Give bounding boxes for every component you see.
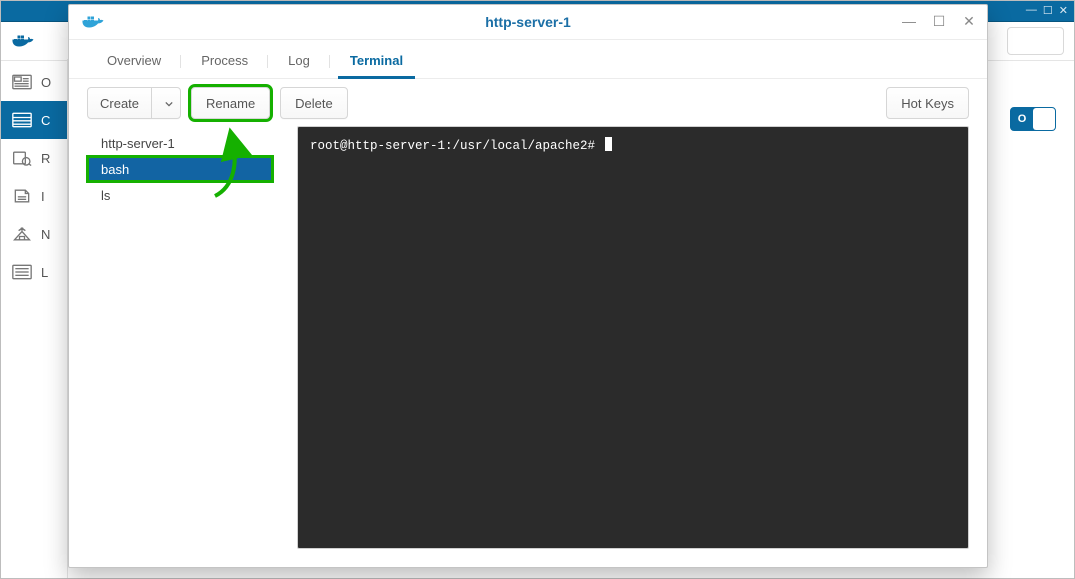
tab-process[interactable]: Process bbox=[181, 43, 268, 78]
sidebar-item-log[interactable]: L bbox=[1, 253, 67, 291]
sidebar-item-label: I bbox=[41, 189, 45, 204]
tab-log[interactable]: Log bbox=[268, 43, 330, 78]
bg-close-icon[interactable]: ✕ bbox=[1059, 4, 1068, 17]
dialog-window-controls: — ☐ ✕ bbox=[899, 11, 979, 31]
overview-icon bbox=[11, 73, 33, 91]
background-search-input[interactable] bbox=[1007, 27, 1064, 55]
tab-terminal[interactable]: Terminal bbox=[330, 43, 423, 78]
dialog-tabs: Overview Process Log Terminal bbox=[69, 40, 987, 79]
background-window-buttons: — ☐ ✕ bbox=[1026, 4, 1068, 17]
dialog-titlebar[interactable]: http-server-1 — ☐ ✕ bbox=[69, 5, 987, 40]
create-button[interactable]: Create bbox=[87, 87, 181, 119]
sidebar-item-label: R bbox=[41, 151, 50, 166]
dialog-body: http-server-1 bash ls root@http-server-1… bbox=[69, 126, 987, 557]
sidebar-item-network[interactable]: N bbox=[1, 215, 67, 253]
delete-button-label: Delete bbox=[295, 96, 333, 111]
maximize-button[interactable]: ☐ bbox=[929, 11, 949, 31]
image-icon bbox=[11, 187, 33, 205]
sidebar-item-label: C bbox=[41, 113, 50, 128]
toggle-knob bbox=[1033, 108, 1055, 130]
hotkeys-button[interactable]: Hot Keys bbox=[886, 87, 969, 119]
chevron-down-icon bbox=[165, 96, 173, 111]
dialog-toolbar: Create Rename Delete Hot Keys bbox=[69, 79, 987, 127]
toggle-on-label: O bbox=[1011, 108, 1033, 130]
rename-button[interactable]: Rename bbox=[191, 87, 270, 119]
terminal-output-panel[interactable]: root@http-server-1:/usr/local/apache2# bbox=[297, 126, 969, 549]
docker-logo-icon bbox=[81, 13, 105, 31]
docker-logo-icon bbox=[11, 32, 35, 50]
terminal-prompt: root@http-server-1:/usr/local/apache2# bbox=[310, 139, 603, 153]
close-button[interactable]: ✕ bbox=[959, 11, 979, 31]
bg-minimize-icon[interactable]: — bbox=[1026, 4, 1037, 17]
rename-button-label: Rename bbox=[206, 96, 255, 111]
hotkeys-label: Hot Keys bbox=[901, 96, 954, 111]
sidebar-item-registry[interactable]: R bbox=[1, 139, 67, 177]
terminal-session-item[interactable]: http-server-1 bbox=[87, 130, 273, 156]
bg-maximize-icon[interactable]: ☐ bbox=[1043, 4, 1053, 17]
terminal-cursor-icon bbox=[605, 137, 612, 151]
sidebar-item-container[interactable]: C bbox=[1, 101, 67, 139]
minimize-button[interactable]: — bbox=[899, 11, 919, 31]
sidebar-item-label: O bbox=[41, 75, 51, 90]
container-icon bbox=[11, 111, 33, 129]
sidebar-item-overview[interactable]: O bbox=[1, 63, 67, 101]
tab-overview[interactable]: Overview bbox=[87, 43, 181, 78]
dialog-title: http-server-1 bbox=[485, 14, 571, 30]
log-icon bbox=[11, 263, 33, 281]
create-button-label: Create bbox=[88, 88, 152, 118]
sidebar-item-label: L bbox=[41, 265, 48, 280]
background-sidebar: O C R I N L bbox=[1, 59, 68, 578]
create-dropdown-caret[interactable] bbox=[158, 88, 180, 118]
network-icon bbox=[11, 225, 33, 243]
container-terminal-dialog: http-server-1 — ☐ ✕ Overview Process Log… bbox=[68, 4, 988, 568]
delete-button[interactable]: Delete bbox=[280, 87, 348, 119]
terminal-session-item-selected[interactable]: bash bbox=[87, 156, 273, 182]
registry-icon bbox=[11, 149, 33, 167]
terminal-session-list: http-server-1 bash ls bbox=[87, 126, 273, 549]
running-toggle[interactable]: O bbox=[1010, 107, 1056, 131]
sidebar-item-label: N bbox=[41, 227, 50, 242]
terminal-session-item[interactable]: ls bbox=[87, 182, 273, 208]
sidebar-item-image[interactable]: I bbox=[1, 177, 67, 215]
